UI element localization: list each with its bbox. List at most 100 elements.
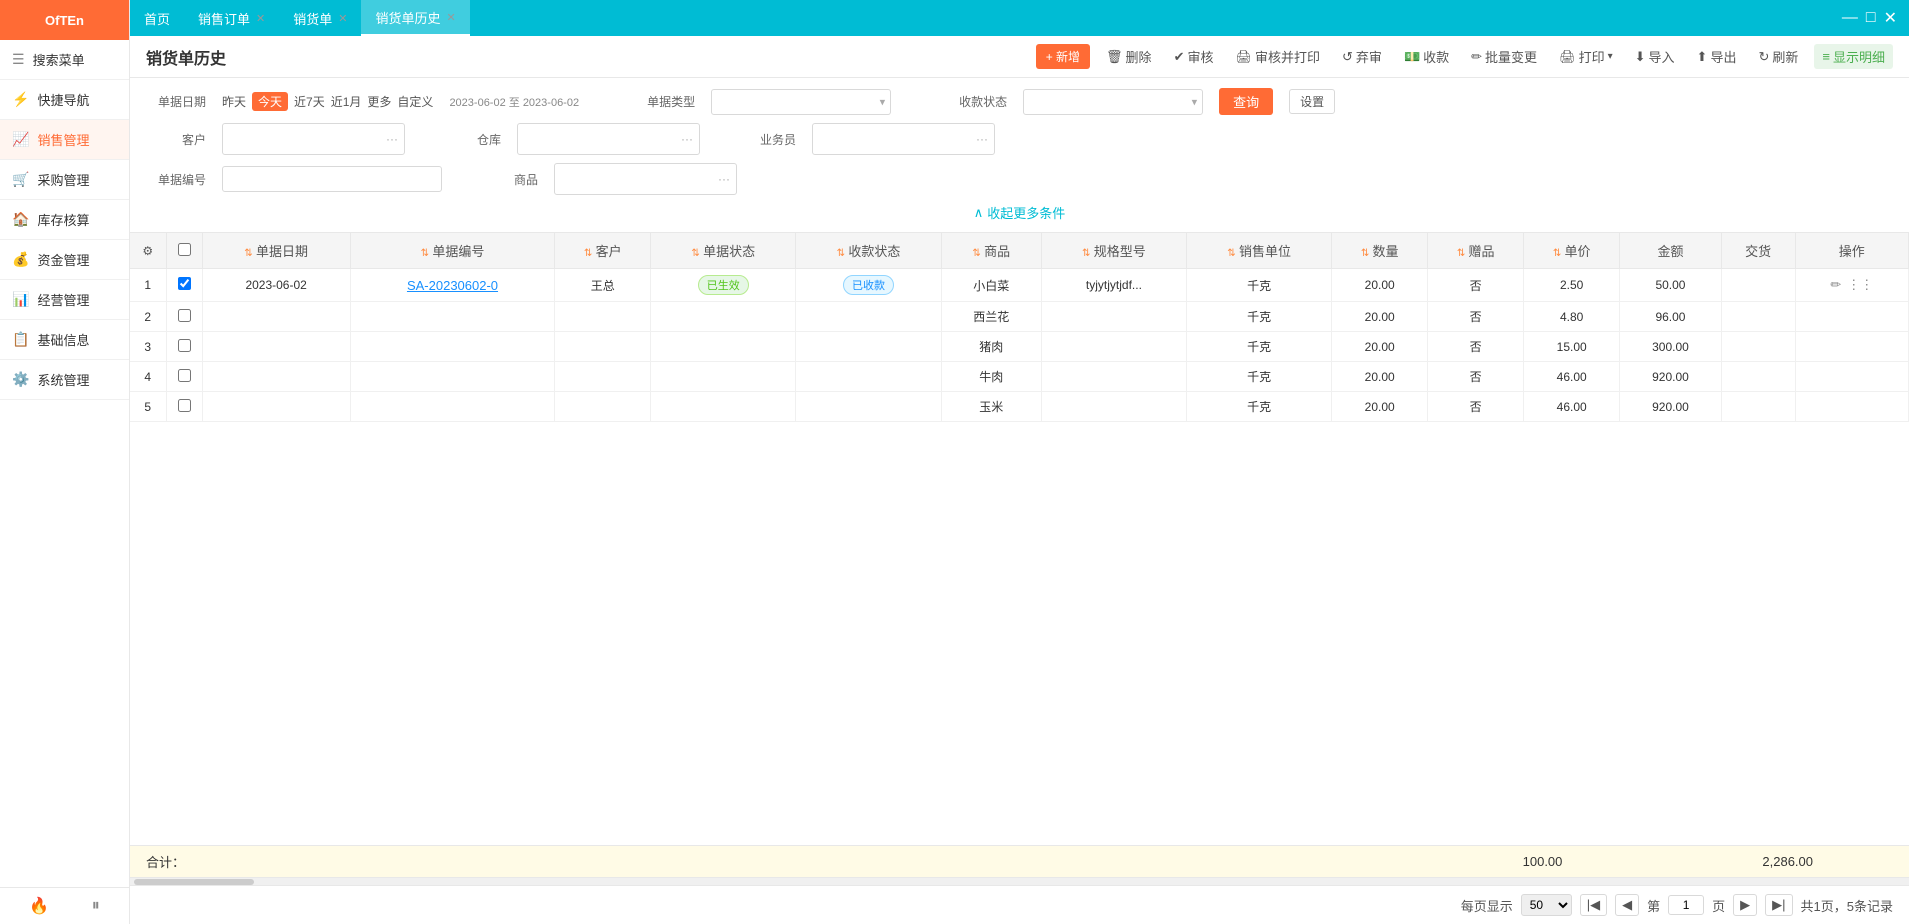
cell-customer [555,362,651,392]
customer-dots[interactable]: ··· [386,132,398,146]
batch-change-button[interactable]: ✏ 批量变更 [1465,44,1543,69]
tab-sales-history-close[interactable]: ✕ [447,11,456,24]
customer-input[interactable] [229,126,384,152]
window-close-btn[interactable]: ✕ [1884,8,1897,28]
cell-pay-status [796,362,941,392]
row-checkbox[interactable] [178,309,191,322]
sidebar-item-quick-nav[interactable]: ⚡ 快捷导航 [0,80,129,120]
shortcut-yesterday[interactable]: 昨天 [222,93,246,110]
warehouse-dots[interactable]: ··· [681,132,693,146]
filter-row-2: 客户 ··· 仓库 ··· 业务员 ··· [146,123,1893,155]
col-unit[interactable]: ⇅ 销售单位 [1187,233,1332,269]
new-button[interactable]: + 新增 [1036,44,1090,69]
row-checkbox[interactable] [178,339,191,352]
col-pay-status[interactable]: ⇅ 收款状态 [796,233,941,269]
doc-number-link[interactable]: SA-20230602-0 [407,278,498,293]
review-print-button[interactable]: 🖨 审核并打印 [1229,44,1326,69]
export-button[interactable]: ⬆ 导出 [1691,44,1743,69]
sidebar-bottom-fire-btn[interactable]: 🔥 [29,896,49,916]
col-doc-status[interactable]: ⇅ 单据状态 [651,233,796,269]
first-page-btn[interactable]: |◀ [1580,894,1607,916]
customer-input-wrap[interactable]: ··· [222,123,405,155]
warehouse-input[interactable] [524,126,679,152]
tab-sales-goods[interactable]: 销货单 ✕ [279,0,361,36]
tab-sales-order-close[interactable]: ✕ [256,12,265,25]
review-button[interactable]: ✔ 审核 [1168,44,1220,69]
col-date[interactable]: ⇅ 单据日期 [202,233,350,269]
cell-doc-status [651,362,796,392]
scrollbar-thumb[interactable] [134,879,254,885]
settings-button[interactable]: 设置 [1289,89,1335,114]
col-goods[interactable]: ⇅ 商品 [941,233,1041,269]
sidebar-bottom-pause-btn[interactable]: ⏸ [92,897,100,915]
shortcut-today[interactable]: 今天 [252,92,288,111]
col-customer[interactable]: ⇅ 客户 [555,233,651,269]
window-maximize-btn[interactable]: □ [1866,9,1876,27]
tab-sales-history[interactable]: 销货单历史 ✕ [361,0,469,36]
col-spec[interactable]: ⇅ 规格型号 [1041,233,1186,269]
prev-page-btn[interactable]: ◀ [1615,894,1639,916]
salesperson-input[interactable] [819,126,974,152]
doc-number-input[interactable] [222,166,442,192]
last-page-btn[interactable]: ▶| [1765,894,1792,916]
select-all-checkbox[interactable] [178,243,191,256]
doc-type-select[interactable] [711,89,891,115]
sidebar-item-operations[interactable]: 📊 经营管理 [0,280,129,320]
goods-input[interactable] [561,166,716,192]
window-minimize-btn[interactable]: — [1842,9,1858,27]
shortcut-custom[interactable]: 自定义 [397,93,433,110]
shortcut-7days[interactable]: 近7天 [294,93,325,110]
horizontal-scrollbar[interactable] [130,877,1909,885]
salesperson-input-wrap[interactable]: ··· [812,123,995,155]
tab-sales-order[interactable]: 销售订单 ✕ [184,0,279,36]
sidebar-item-basic-info[interactable]: 📋 基础信息 [0,320,129,360]
sidebar-item-system-mgmt[interactable]: ⚙️ 系统管理 [0,360,129,400]
row-checkbox[interactable] [178,399,191,412]
goods-input-wrap[interactable]: ··· [554,163,737,195]
refresh-button[interactable]: ↻ 刷新 [1752,44,1804,69]
shortcut-1month[interactable]: 近1月 [331,93,362,110]
sidebar-item-search-menu[interactable]: ☰ 搜索菜单 [0,40,129,80]
row-checkbox[interactable] [178,277,191,290]
cell-checkbox[interactable] [166,269,202,302]
more-icon[interactable]: ⋮⋮ [1847,277,1873,293]
col-number[interactable]: ⇅ 单据编号 [350,233,554,269]
sidebar-item-inventory[interactable]: 🏠 库存核算 [0,200,129,240]
goods-dots[interactable]: ··· [718,172,730,186]
page-number-input[interactable] [1668,895,1704,915]
sidebar-item-finance[interactable]: 💰 资金管理 [0,240,129,280]
salesperson-dots[interactable]: ··· [976,132,988,146]
payment-status-select[interactable] [1023,89,1203,115]
col-price[interactable]: ⇅ 单价 [1524,233,1620,269]
query-button[interactable]: 查询 [1219,88,1273,115]
cell-checkbox[interactable] [166,362,202,392]
tab-home[interactable]: 首页 [130,0,184,36]
print-button[interactable]: 🖨 打印 ▾ [1553,44,1619,69]
review-icon: ✔ [1174,49,1185,65]
tab-sales-goods-close[interactable]: ✕ [338,12,347,25]
page-size-select[interactable]: 50 100 200 [1521,894,1572,916]
row-checkbox[interactable] [178,369,191,382]
page-header: 销货单历史 + 新增 🗑 删除 ✔ 审核 🖨 审核并打印 ↺ 弃审 💵 收款 [130,36,1909,78]
abandon-button[interactable]: ↺ 弃审 [1336,44,1388,69]
delete-button[interactable]: 🗑 删除 [1100,44,1158,69]
col-qty[interactable]: ⇅ 数量 [1332,233,1428,269]
cell-delivery [1721,362,1795,392]
col-settings[interactable]: ⚙ [130,233,166,269]
shortcut-more[interactable]: 更多 [367,93,391,110]
cell-checkbox[interactable] [166,302,202,332]
col-gift[interactable]: ⇅ 赠品 [1428,233,1524,269]
cell-checkbox[interactable] [166,332,202,362]
next-page-btn[interactable]: ▶ [1733,894,1757,916]
sidebar-item-sales-mgmt[interactable]: 📈 销售管理 [0,120,129,160]
cell-checkbox[interactable] [166,392,202,422]
show-detail-button[interactable]: ≡ 显示明细 [1814,44,1893,69]
import-button[interactable]: ⬇ 导入 [1629,44,1681,69]
collapse-button[interactable]: ∧ 收起更多条件 [146,203,1893,222]
payment-status-select-wrap [1023,89,1203,115]
cell-goods: 牛肉 [941,362,1041,392]
sidebar-item-purchase-mgmt[interactable]: 🛒 采购管理 [0,160,129,200]
warehouse-input-wrap[interactable]: ··· [517,123,700,155]
edit-icon[interactable]: ✏ [1830,277,1841,293]
receive-button[interactable]: 💵 收款 [1398,44,1455,69]
